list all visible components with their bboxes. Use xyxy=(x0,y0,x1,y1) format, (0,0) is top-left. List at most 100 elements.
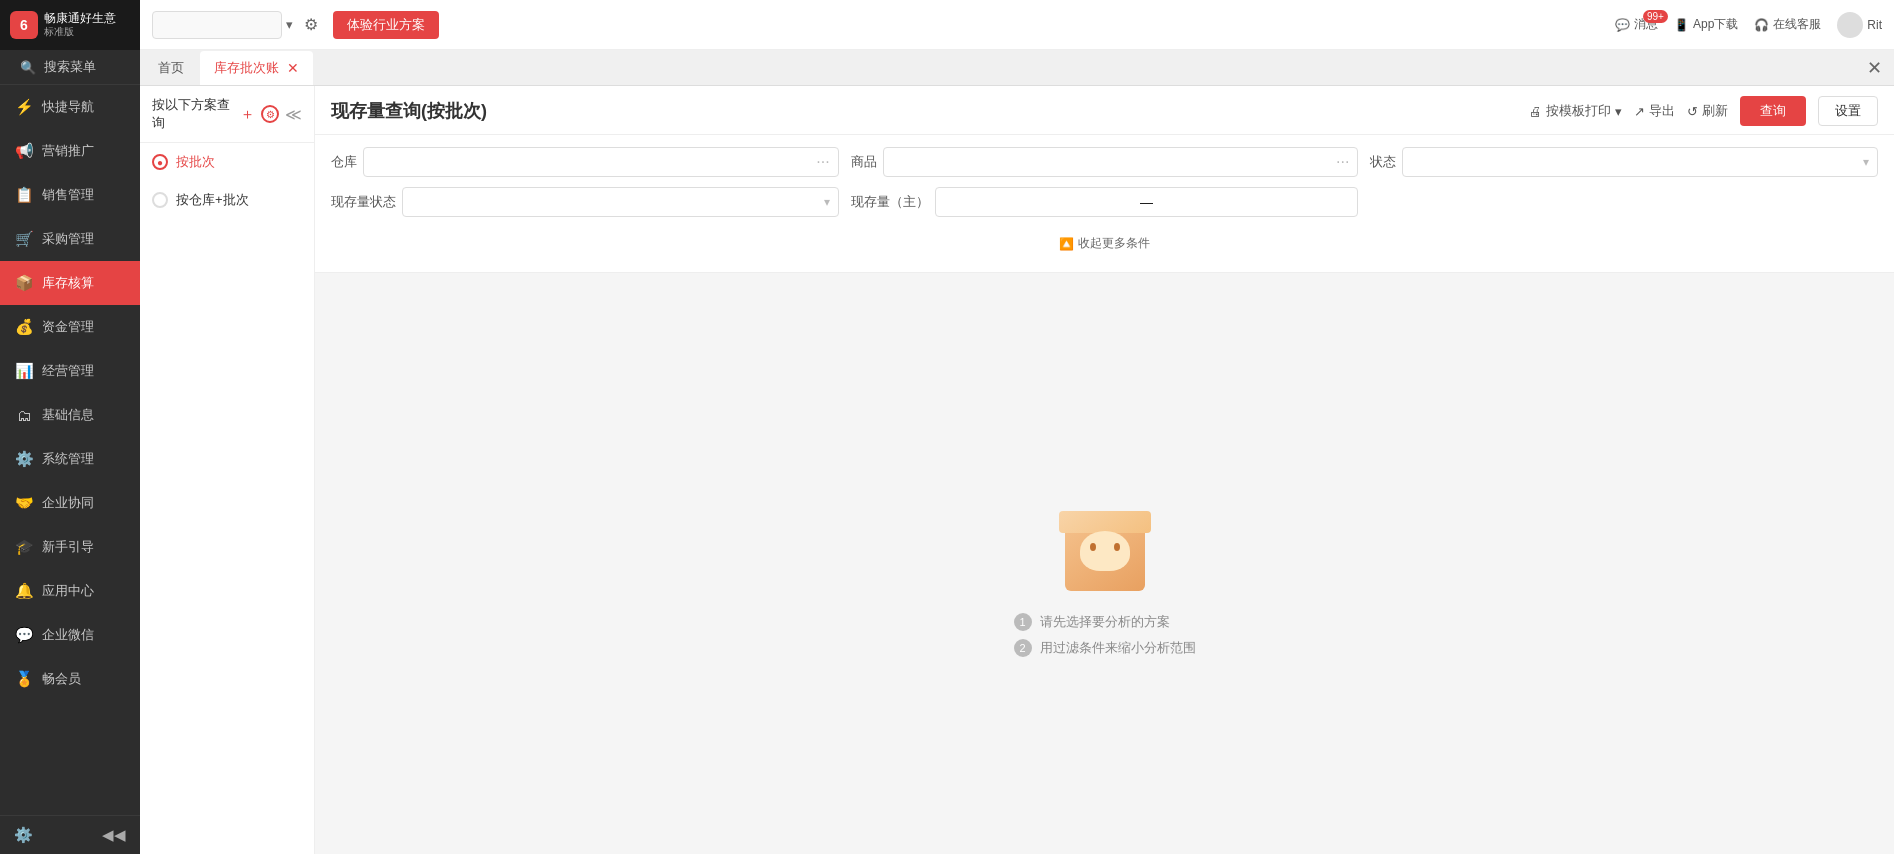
online-service-item[interactable]: 🎧 在线客服 xyxy=(1754,16,1821,33)
sidebar-item-marketing[interactable]: 📢 营销推广 xyxy=(0,129,140,173)
online-service-label: 在线客服 xyxy=(1773,16,1821,33)
topbar-gear-button[interactable]: ⚙ xyxy=(297,11,325,39)
warehouse-more-icon[interactable]: ··· xyxy=(816,153,829,171)
page-title: 现存量查询(按批次) xyxy=(331,99,487,123)
export-icon: ↗ xyxy=(1634,104,1645,119)
warehouse-input[interactable] xyxy=(372,155,812,170)
warehouse-batch-radio xyxy=(152,192,168,208)
sidebar-item-appstore[interactable]: 🔔 应用中心 xyxy=(0,569,140,613)
filter-section: 仓库 ··· 商品 ··· 状态 xyxy=(315,135,1894,273)
status-label: 状态 xyxy=(1370,153,1396,171)
basic-icon: 🗂 xyxy=(14,405,34,425)
sidebar-item-member[interactable]: 🏅 畅会员 xyxy=(0,657,140,701)
sidebar-item-operation[interactable]: 📊 经营管理 xyxy=(0,349,140,393)
settings-footer-icon[interactable]: ⚙️ xyxy=(14,826,33,844)
batch-option-label: 按批次 xyxy=(176,153,215,171)
print-button[interactable]: 🖨 按模板打印 ▾ xyxy=(1529,102,1622,120)
inventory-status-select[interactable]: ▾ xyxy=(402,187,839,217)
inventory-qty-from[interactable] xyxy=(944,195,1134,210)
search-label: 搜索菜单 xyxy=(44,58,96,76)
status-select-wrap[interactable]: ▾ xyxy=(1402,147,1878,177)
filter-option-batch[interactable]: ● 按批次 xyxy=(140,143,314,181)
sidebar-item-enterprise[interactable]: 🤝 企业协同 xyxy=(0,481,140,525)
collapse-bar[interactable]: 🔼 收起更多条件 xyxy=(331,227,1878,260)
sidebar-footer: ⚙️ ◀◀ xyxy=(0,815,140,854)
goods-input-wrap[interactable]: ··· xyxy=(883,147,1359,177)
tab-batch[interactable]: 库存批次账 ✕ xyxy=(200,51,313,85)
inventory-label: 库存核算 xyxy=(42,274,94,292)
hint-num-1: 1 xyxy=(1014,613,1032,631)
warehouse-input-wrap[interactable]: ··· xyxy=(363,147,839,177)
refresh-button[interactable]: ↺ 刷新 xyxy=(1687,102,1728,120)
warehouse-filter: 仓库 ··· xyxy=(331,147,839,177)
marketing-label: 营销推广 xyxy=(42,142,94,160)
sidebar-item-finance[interactable]: 💰 资金管理 xyxy=(0,305,140,349)
user-avatar-item[interactable]: Rit xyxy=(1837,12,1882,38)
topbar-dropdown-button[interactable]: ▾ xyxy=(282,17,297,32)
guide-label: 新手引导 xyxy=(42,538,94,556)
print-dropdown-icon: ▾ xyxy=(1615,104,1622,119)
inventory-qty-to[interactable] xyxy=(1159,195,1349,210)
industry-btn[interactable]: 体验行业方案 xyxy=(333,11,439,39)
sidebar-item-system[interactable]: ⚙️ 系统管理 xyxy=(0,437,140,481)
message-badge: 99+ xyxy=(1643,10,1668,23)
app-download-item[interactable]: 📱 App下载 xyxy=(1674,16,1738,33)
guide-icon: 🎓 xyxy=(14,537,34,557)
sales-icon: 📋 xyxy=(14,185,34,205)
range-separator: — xyxy=(1140,195,1153,210)
sidebar-item-shortcut[interactable]: ⚡ 快捷导航 xyxy=(0,85,140,129)
inventory-qty-label: 现存量（主） xyxy=(851,193,929,211)
settings-button[interactable]: 设置 xyxy=(1818,96,1878,126)
wechat-icon: 💬 xyxy=(14,625,34,645)
settings-scheme-button[interactable]: ⚙ xyxy=(261,105,279,123)
hint-text-2: 用过滤条件来缩小分析范围 xyxy=(1040,639,1196,657)
message-item[interactable]: 💬 消息 99+ xyxy=(1615,16,1658,33)
sidebar-search[interactable]: 🔍 搜索菜单 xyxy=(0,50,140,85)
main-panel: 现存量查询(按批次) 🖨 按模板打印 ▾ ↗ 导出 ↺ 刷新 xyxy=(315,86,1894,854)
empty-illustration xyxy=(1035,471,1175,601)
warehouse-batch-label: 按仓库+批次 xyxy=(176,191,249,209)
tab-batch-label: 库存批次账 xyxy=(214,59,279,77)
purchase-icon: 🛒 xyxy=(14,229,34,249)
page-title-bar: 现存量查询(按批次) 🖨 按模板打印 ▾ ↗ 导出 ↺ 刷新 xyxy=(315,86,1894,135)
headset-icon: 🎧 xyxy=(1754,18,1769,32)
tab-close-icon[interactable]: ✕ xyxy=(287,60,299,76)
goods-more-icon[interactable]: ··· xyxy=(1336,153,1349,171)
panel-close-button[interactable]: ✕ xyxy=(1867,57,1882,79)
inventory-qty-range[interactable]: — xyxy=(935,187,1359,217)
export-button[interactable]: ↗ 导出 xyxy=(1634,102,1675,120)
filter-row-2: 现存量状态 ▾ 现存量（主） — xyxy=(331,187,1878,217)
empty-state: 1 请先选择要分析的方案 2 用过滤条件来缩小分析范围 xyxy=(315,273,1894,854)
collapse-filter-button[interactable]: ≪ xyxy=(285,105,302,124)
marketing-icon: 📢 xyxy=(14,141,34,161)
sidebar-item-basic[interactable]: 🗂 基础信息 xyxy=(0,393,140,437)
sidebar-item-sales[interactable]: 📋 销售管理 xyxy=(0,173,140,217)
filter-row-1: 仓库 ··· 商品 ··· 状态 xyxy=(331,147,1878,177)
eye-left xyxy=(1090,543,1096,551)
filter-sidebar: 按以下方案查询 ＋ ⚙ ≪ ● 按批次 按仓库+批次 xyxy=(140,86,315,854)
tab-home[interactable]: 首页 xyxy=(144,51,198,85)
basic-label: 基础信息 xyxy=(42,406,94,424)
export-label: 导出 xyxy=(1649,102,1675,120)
batch-radio-icon: ● xyxy=(152,154,168,170)
enterprise-label: 企业协同 xyxy=(42,494,94,512)
app-version: 标准版 xyxy=(44,25,116,39)
collapse-sidebar-icon[interactable]: ◀◀ xyxy=(102,826,126,844)
box-lid xyxy=(1059,511,1151,533)
eye-right xyxy=(1114,543,1120,551)
add-scheme-button[interactable]: ＋ xyxy=(240,105,255,124)
search-icon: 🔍 xyxy=(20,60,36,75)
goods-input[interactable] xyxy=(892,155,1332,170)
sidebar-item-wechat[interactable]: 💬 企业微信 xyxy=(0,613,140,657)
finance-icon: 💰 xyxy=(14,317,34,337)
sidebar-item-purchase[interactable]: 🛒 采购管理 xyxy=(0,217,140,261)
sidebar-item-guide[interactable]: 🎓 新手引导 xyxy=(0,525,140,569)
inventory-status-label: 现存量状态 xyxy=(331,193,396,211)
empty-hint-2: 2 用过滤条件来缩小分析范围 xyxy=(1014,639,1196,657)
sidebar: 6 畅康通好生意 标准版 🔍 搜索菜单 ⚡ 快捷导航 📢 营销推广 📋 销售管理… xyxy=(0,0,140,854)
filter-option-warehouse-batch[interactable]: 按仓库+批次 xyxy=(140,181,314,219)
topbar-nav-input[interactable] xyxy=(152,11,282,39)
query-button[interactable]: 查询 xyxy=(1740,96,1806,126)
sidebar-item-inventory[interactable]: 📦 库存核算 xyxy=(0,261,140,305)
print-icon: 🖨 xyxy=(1529,104,1542,119)
